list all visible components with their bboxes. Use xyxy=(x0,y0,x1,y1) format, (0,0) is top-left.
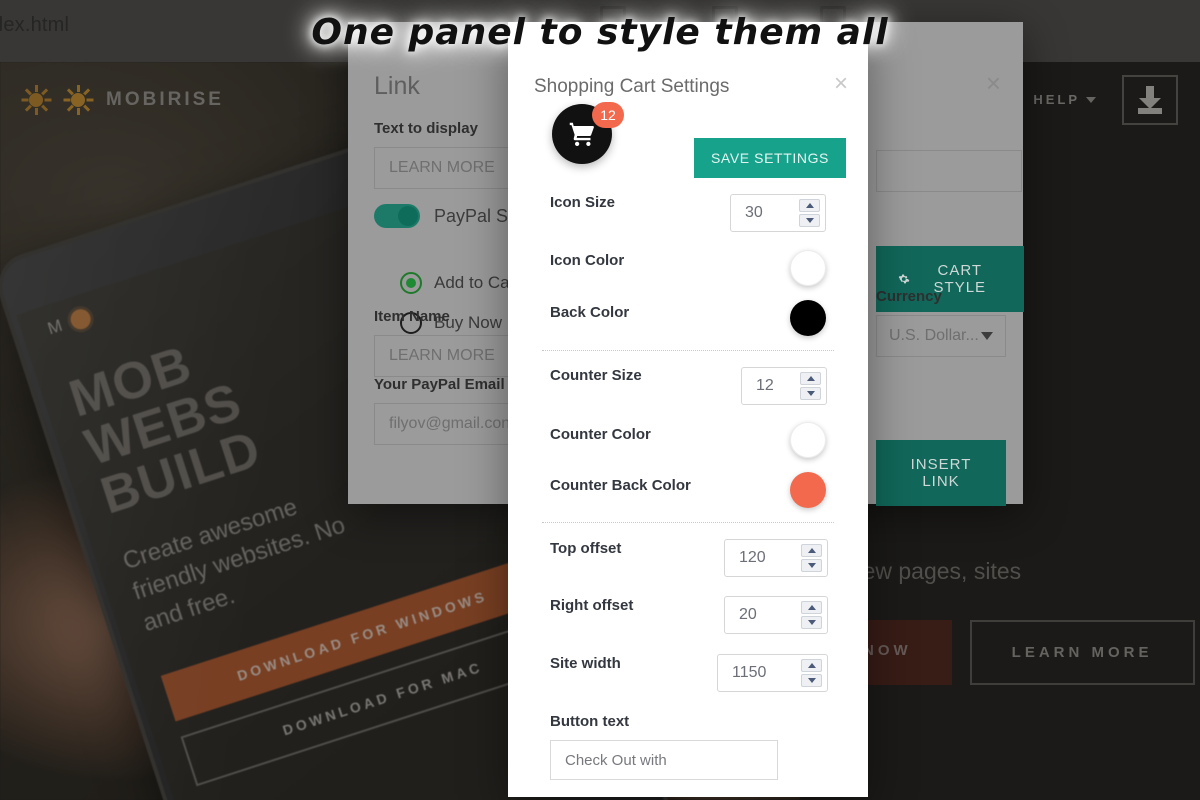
stepper-up-icon[interactable] xyxy=(801,659,822,672)
promo-banner-text: One panel to style them all xyxy=(311,12,889,53)
currency-group: Currency U.S. Dollar... xyxy=(876,288,1006,357)
back-color-label: Back Color xyxy=(550,304,630,321)
currency-select[interactable]: U.S. Dollar... xyxy=(876,315,1006,357)
stepper-down-icon[interactable] xyxy=(801,616,822,629)
screenshot-root: M MOBWEBSBUILD Create awesomefriendly we… xyxy=(0,0,1200,800)
counter-color-swatch[interactable] xyxy=(790,422,826,458)
stepper-arrows[interactable] xyxy=(801,540,827,576)
paypal-toggle[interactable] xyxy=(374,204,420,228)
stepper-down-icon[interactable] xyxy=(800,387,821,400)
link-modal-title: Link xyxy=(374,72,420,100)
icon-size-value: 30 xyxy=(745,204,763,221)
button-text-label: Button text xyxy=(550,713,630,730)
site-width-stepper[interactable]: 1150 xyxy=(717,654,828,692)
close-icon[interactable]: × xyxy=(986,70,1001,96)
top-offset-stepper[interactable]: 120 xyxy=(724,539,828,577)
insert-link-button[interactable]: INSERT LINK xyxy=(876,440,1006,506)
save-settings-button[interactable]: SAVE SETTINGS xyxy=(694,138,846,178)
button-text-input[interactable] xyxy=(550,740,778,780)
stepper-up-icon[interactable] xyxy=(801,601,822,614)
counter-size-stepper[interactable]: 12 xyxy=(741,367,827,405)
right-offset-label: Right offset xyxy=(550,597,634,614)
cart-preview: 12 xyxy=(552,102,624,176)
back-color-swatch[interactable] xyxy=(790,300,826,336)
radio-add-to-cart-label: Add to Car xyxy=(434,273,516,292)
cart-panel-title: Shopping Cart Settings xyxy=(534,76,730,97)
stepper-arrows[interactable] xyxy=(800,368,826,404)
cart-counter-badge: 12 xyxy=(592,102,624,128)
counter-size-label: Counter Size xyxy=(550,367,642,384)
radio-icon-selected[interactable] xyxy=(400,272,422,294)
gear-icon xyxy=(898,274,910,284)
counter-size-value: 12 xyxy=(756,377,774,394)
radio-add-to-cart[interactable]: Add to Car xyxy=(400,272,515,294)
field-row-button-text: Button text xyxy=(508,713,868,730)
top-offset-label: Top offset xyxy=(550,540,622,557)
stepper-up-icon[interactable] xyxy=(799,199,820,212)
stepper-arrows[interactable] xyxy=(801,655,827,691)
site-width-label: Site width xyxy=(550,655,621,672)
counter-color-label: Counter Color xyxy=(550,426,651,443)
site-width-value: 1150 xyxy=(732,664,767,681)
stepper-arrows[interactable] xyxy=(801,597,827,633)
divider-1 xyxy=(542,350,834,351)
stepper-down-icon[interactable] xyxy=(801,674,822,687)
currency-label: Currency xyxy=(876,288,942,305)
top-offset-value: 120 xyxy=(739,549,766,566)
icon-color-swatch[interactable] xyxy=(790,250,826,286)
stepper-down-icon[interactable] xyxy=(799,214,820,227)
counter-back-color-swatch[interactable] xyxy=(790,472,826,508)
icon-size-stepper[interactable]: 30 xyxy=(730,194,826,232)
stepper-up-icon[interactable] xyxy=(801,544,822,557)
icon-size-label: Icon Size xyxy=(550,194,616,211)
counter-back-color-label: Counter Back Color xyxy=(550,477,691,494)
currency-value: U.S. Dollar... xyxy=(889,327,979,344)
close-icon[interactable]: × xyxy=(834,72,848,96)
shopping-cart-settings-panel: Shopping Cart Settings × 12 SAVE SETTING… xyxy=(508,22,868,797)
link-url-input[interactable] xyxy=(876,150,1022,192)
stepper-up-icon[interactable] xyxy=(800,372,821,385)
right-offset-value: 20 xyxy=(739,606,757,623)
right-offset-stepper[interactable]: 20 xyxy=(724,596,828,634)
icon-color-label: Icon Color xyxy=(550,252,625,269)
stepper-arrows[interactable] xyxy=(799,195,825,231)
chevron-down-icon xyxy=(981,332,993,340)
stepper-down-icon[interactable] xyxy=(801,559,822,572)
divider-2 xyxy=(542,522,834,523)
